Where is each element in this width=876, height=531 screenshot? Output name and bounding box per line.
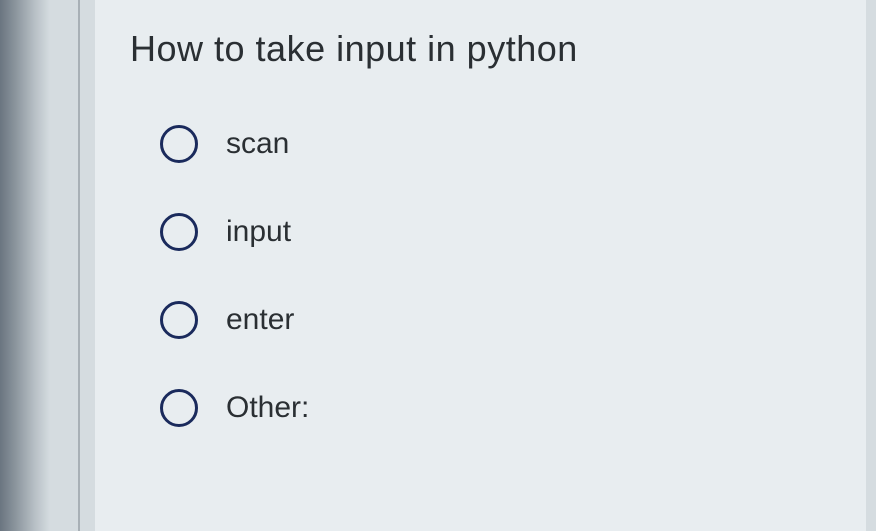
radio-icon — [160, 125, 198, 163]
radio-icon — [160, 389, 198, 427]
radio-icon — [160, 213, 198, 251]
option-other[interactable]: Other: — [160, 389, 836, 427]
option-label: scan — [226, 127, 289, 161]
option-input[interactable]: input — [160, 213, 836, 251]
radio-icon — [160, 301, 198, 339]
option-label: input — [226, 215, 291, 249]
question-title: How to take input in python — [130, 28, 836, 70]
option-scan[interactable]: scan — [160, 125, 836, 163]
page-shadow-edge — [0, 0, 50, 531]
option-enter[interactable]: enter — [160, 301, 836, 339]
option-label: Other: — [226, 391, 309, 425]
vertical-divider — [78, 0, 80, 531]
options-group: scan input enter Other: — [130, 125, 836, 427]
option-label: enter — [226, 303, 294, 337]
question-card: How to take input in python scan input e… — [95, 0, 866, 531]
